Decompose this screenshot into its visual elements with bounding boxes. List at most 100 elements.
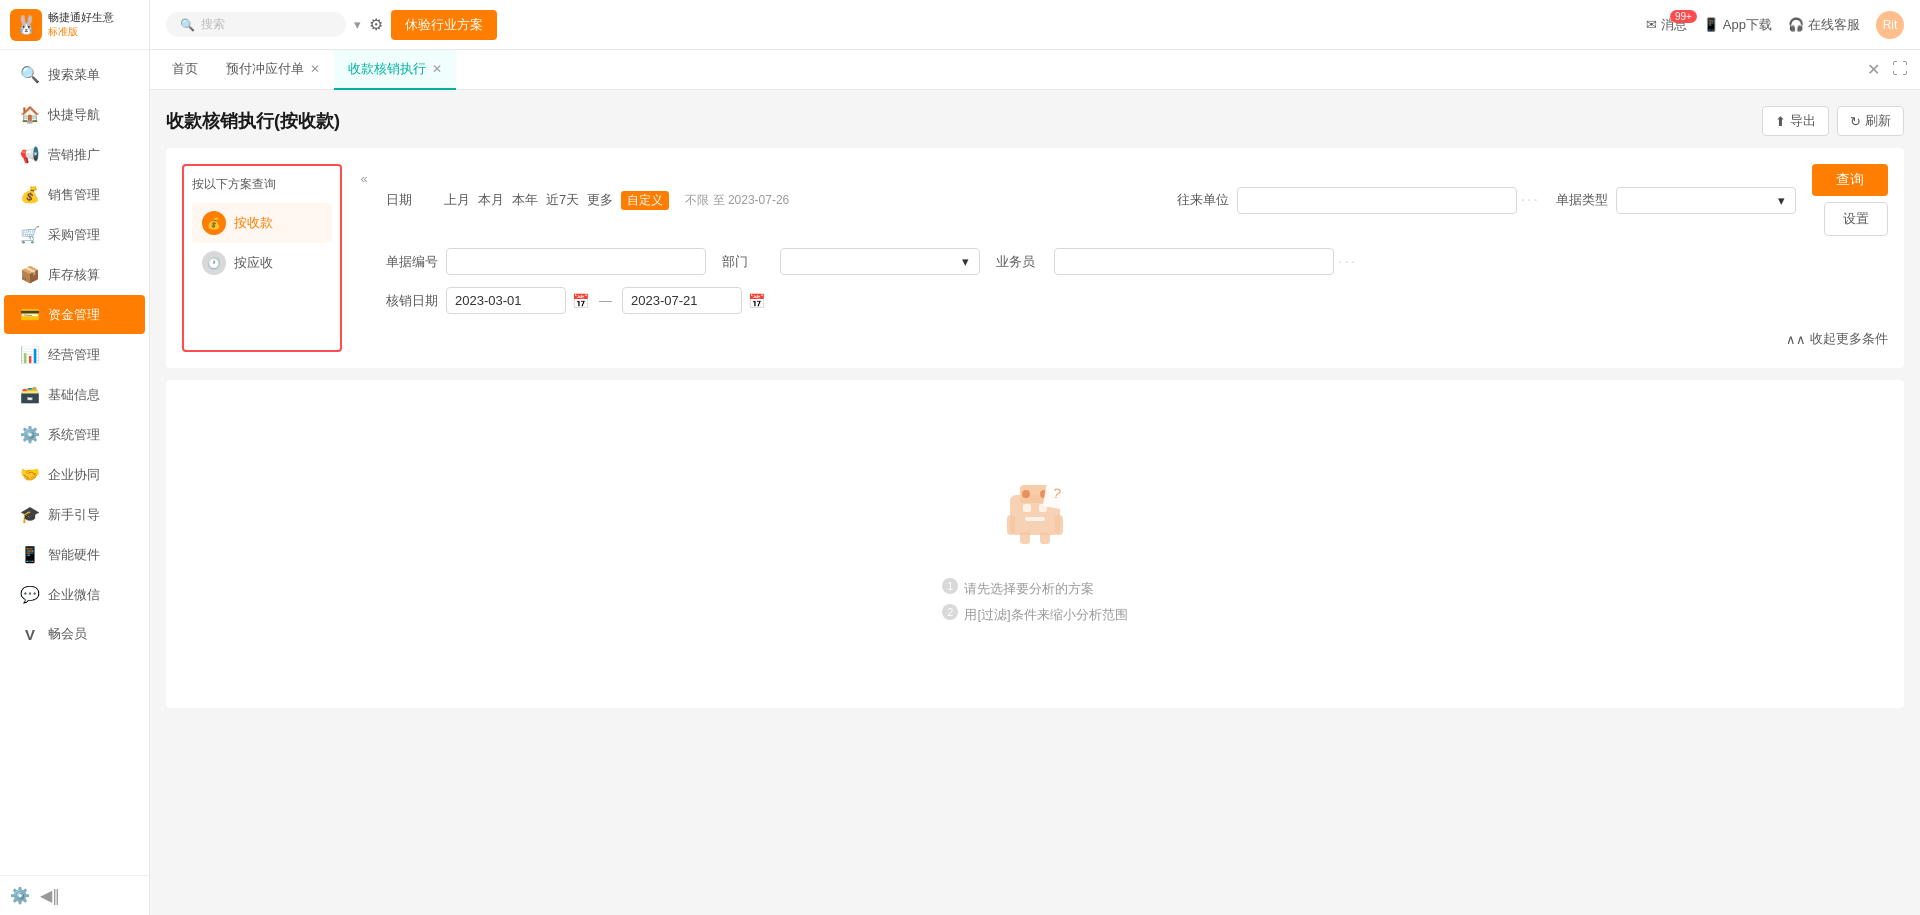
counterpart-more-icon[interactable]: ··· bbox=[1521, 191, 1540, 209]
sidebar-item-sales[interactable]: 💰 销售管理 bbox=[4, 175, 145, 214]
query-method-by-receivable[interactable]: 🕐 按应收 bbox=[192, 243, 332, 283]
sidebar-bottom: ⚙️ ◀‖ bbox=[0, 875, 149, 915]
sidebar-item-marketing[interactable]: 📢 营销推广 bbox=[4, 135, 145, 174]
header-dropdown-icon[interactable]: ▾ bbox=[354, 17, 361, 32]
online-service-button[interactable]: 🎧 在线客服 bbox=[1788, 16, 1860, 34]
collapse-up-icon: ∧∧ bbox=[1786, 332, 1806, 347]
sidebar-item-quicknav[interactable]: 🏠 快捷导航 bbox=[4, 95, 145, 134]
date-link-more[interactable]: 更多 bbox=[587, 191, 613, 209]
tab-collection-label: 收款核销执行 bbox=[348, 60, 426, 78]
search-placeholder: 搜索 bbox=[201, 16, 225, 33]
user-name: Rit bbox=[1883, 18, 1898, 32]
query-row-3: 核销日期 📅 — 📅 bbox=[386, 287, 1888, 314]
sidebar: 🐰 畅捷通好生意 标准版 🔍 搜索菜单 🏠 快捷导航 📢 营销推广 💰 销售管理… bbox=[0, 0, 150, 915]
sidebar-item-wechat-label: 企业微信 bbox=[48, 586, 100, 604]
staff-field: 业务员 ··· bbox=[996, 248, 1357, 275]
date-custom-badge[interactable]: 自定义 bbox=[621, 191, 669, 210]
date-link-7days[interactable]: 近7天 bbox=[546, 191, 579, 209]
date-link-this-month[interactable]: 本月 bbox=[478, 191, 504, 209]
query-method-sidebar: 按以下方案查询 💰 按收款 🕐 按应收 bbox=[182, 164, 342, 352]
date-quick-links: 上月 本月 本年 近7天 更多 自定义 bbox=[444, 191, 669, 210]
sidebar-item-inventory[interactable]: 📦 库存核算 bbox=[4, 255, 145, 294]
sidebar-item-guide[interactable]: 🎓 新手引导 bbox=[4, 495, 145, 534]
vip-icon: V bbox=[20, 626, 40, 643]
write-off-date-range: 📅 — 📅 bbox=[446, 287, 765, 314]
sidebar-item-hardware[interactable]: 📱 智能硬件 bbox=[4, 535, 145, 574]
sidebar-item-quicknav-label: 快捷导航 bbox=[48, 106, 100, 124]
inventory-icon: 📦 bbox=[20, 265, 40, 284]
tab-expand-icon[interactable]: ⛶ bbox=[1888, 56, 1912, 83]
sidebar-item-enterprise[interactable]: 🤝 企业协同 bbox=[4, 455, 145, 494]
doc-no-input[interactable] bbox=[446, 248, 706, 275]
header-gear-icon[interactable]: ⚙ bbox=[369, 15, 383, 34]
message-badge: 99+ bbox=[1670, 10, 1697, 23]
write-off-date-end-input[interactable] bbox=[622, 287, 742, 314]
industry-solution-button[interactable]: 休验行业方案 bbox=[391, 10, 497, 40]
settings-icon[interactable]: ⚙️ bbox=[10, 886, 30, 905]
date-link-this-year[interactable]: 本年 bbox=[512, 191, 538, 209]
top-header: 🔍 搜索 ▾ ⚙ 休验行业方案 ✉ 消息 99+ 📱 App下载 🎧 在线客服 … bbox=[150, 0, 1920, 50]
write-off-date-field: 核销日期 📅 — 📅 bbox=[386, 287, 765, 314]
sidebar-logo: 🐰 畅捷通好生意 标准版 bbox=[0, 0, 149, 50]
tip-num-2: 2 bbox=[942, 604, 958, 620]
app-download-label: App下载 bbox=[1723, 16, 1772, 34]
svg-rect-6 bbox=[1025, 517, 1045, 521]
logo-icon: 🐰 bbox=[10, 9, 42, 41]
calendar-end-icon[interactable]: 📅 bbox=[748, 293, 765, 309]
tab-prepayment-label: 预付冲应付单 bbox=[226, 60, 304, 78]
empty-tip-1: 1 请先选择要分析的方案 bbox=[942, 576, 1127, 602]
base-icon: 🗃️ bbox=[20, 385, 40, 404]
sidebar-item-base[interactable]: 🗃️ 基础信息 bbox=[4, 375, 145, 414]
write-off-date-start-input[interactable] bbox=[446, 287, 566, 314]
sidebar-item-marketing-label: 营销推广 bbox=[48, 146, 100, 164]
calendar-start-icon[interactable]: 📅 bbox=[572, 293, 589, 309]
sidebar-item-search-label: 搜索菜单 bbox=[48, 66, 100, 84]
counterpart-input[interactable] bbox=[1237, 187, 1517, 214]
tab-collection-close-icon[interactable]: ✕ bbox=[432, 62, 442, 76]
query-button[interactable]: 查询 bbox=[1812, 164, 1888, 196]
logo-text-block: 畅捷通好生意 标准版 bbox=[48, 10, 114, 38]
settings-query-button[interactable]: 设置 bbox=[1824, 202, 1888, 236]
doc-type-label: 单据类型 bbox=[1556, 191, 1608, 209]
collapse-sidebar-icon[interactable]: ◀‖ bbox=[40, 886, 60, 905]
date-link-last-month[interactable]: 上月 bbox=[444, 191, 470, 209]
svg-rect-7 bbox=[1007, 515, 1015, 535]
tab-collection[interactable]: 收款核销执行 ✕ bbox=[334, 50, 456, 90]
dept-select[interactable]: ▾ bbox=[780, 248, 980, 275]
sidebar-item-base-label: 基础信息 bbox=[48, 386, 100, 404]
query-method-by-receipt[interactable]: 💰 按收款 bbox=[192, 203, 332, 243]
sidebar-item-vip[interactable]: V 畅会员 bbox=[4, 615, 145, 653]
sidebar-item-hardware-label: 智能硬件 bbox=[48, 546, 100, 564]
staff-input[interactable] bbox=[1054, 248, 1334, 275]
tab-prepayment[interactable]: 预付冲应付单 ✕ bbox=[212, 50, 334, 90]
header-search-bar[interactable]: 🔍 搜索 bbox=[166, 12, 346, 37]
refresh-icon: ↻ bbox=[1850, 114, 1861, 129]
sidebar-item-sales-label: 销售管理 bbox=[48, 186, 100, 204]
message-button[interactable]: ✉ 消息 99+ bbox=[1646, 16, 1687, 34]
doc-type-select[interactable]: ▾ bbox=[1616, 187, 1796, 214]
staff-more-icon[interactable]: ··· bbox=[1338, 253, 1357, 271]
tab-bar-actions: ✕ ⛶ bbox=[1863, 56, 1912, 83]
sidebar-item-search[interactable]: 🔍 搜索菜单 bbox=[4, 55, 145, 94]
sidebar-item-vip-label: 畅会员 bbox=[48, 625, 87, 643]
search-icon: 🔍 bbox=[180, 18, 195, 32]
sidebar-item-operation[interactable]: 📊 经营管理 bbox=[4, 335, 145, 374]
refresh-button[interactable]: ↻ 刷新 bbox=[1837, 106, 1904, 136]
app-download-button[interactable]: 📱 App下载 bbox=[1703, 16, 1772, 34]
user-avatar[interactable]: Rit bbox=[1876, 11, 1904, 39]
svg-point-2 bbox=[1022, 490, 1030, 498]
tab-prepayment-close-icon[interactable]: ✕ bbox=[310, 62, 320, 76]
sidebar-item-purchase[interactable]: 🛒 采购管理 bbox=[4, 215, 145, 254]
sidebar-nav: 🔍 搜索菜单 🏠 快捷导航 📢 营销推广 💰 销售管理 🛒 采购管理 📦 库存核… bbox=[0, 50, 149, 875]
query-collapse-button[interactable]: « bbox=[354, 168, 374, 188]
sidebar-item-wechat[interactable]: 💬 企业微信 bbox=[4, 575, 145, 614]
headset-icon: 🎧 bbox=[1788, 17, 1804, 32]
svg-rect-10 bbox=[1040, 532, 1050, 544]
tab-home[interactable]: 首页 bbox=[158, 50, 212, 90]
tab-close-action-icon[interactable]: ✕ bbox=[1863, 56, 1884, 83]
query-panel: 按以下方案查询 💰 按收款 🕐 按应收 « 日期 bbox=[166, 148, 1904, 368]
sidebar-item-system[interactable]: ⚙️ 系统管理 bbox=[4, 415, 145, 454]
sidebar-item-finance[interactable]: 💳 资金管理 bbox=[4, 295, 145, 334]
collapse-more-conditions[interactable]: ∧∧ 收起更多条件 bbox=[386, 326, 1888, 352]
export-button[interactable]: ⬆ 导出 bbox=[1762, 106, 1829, 136]
